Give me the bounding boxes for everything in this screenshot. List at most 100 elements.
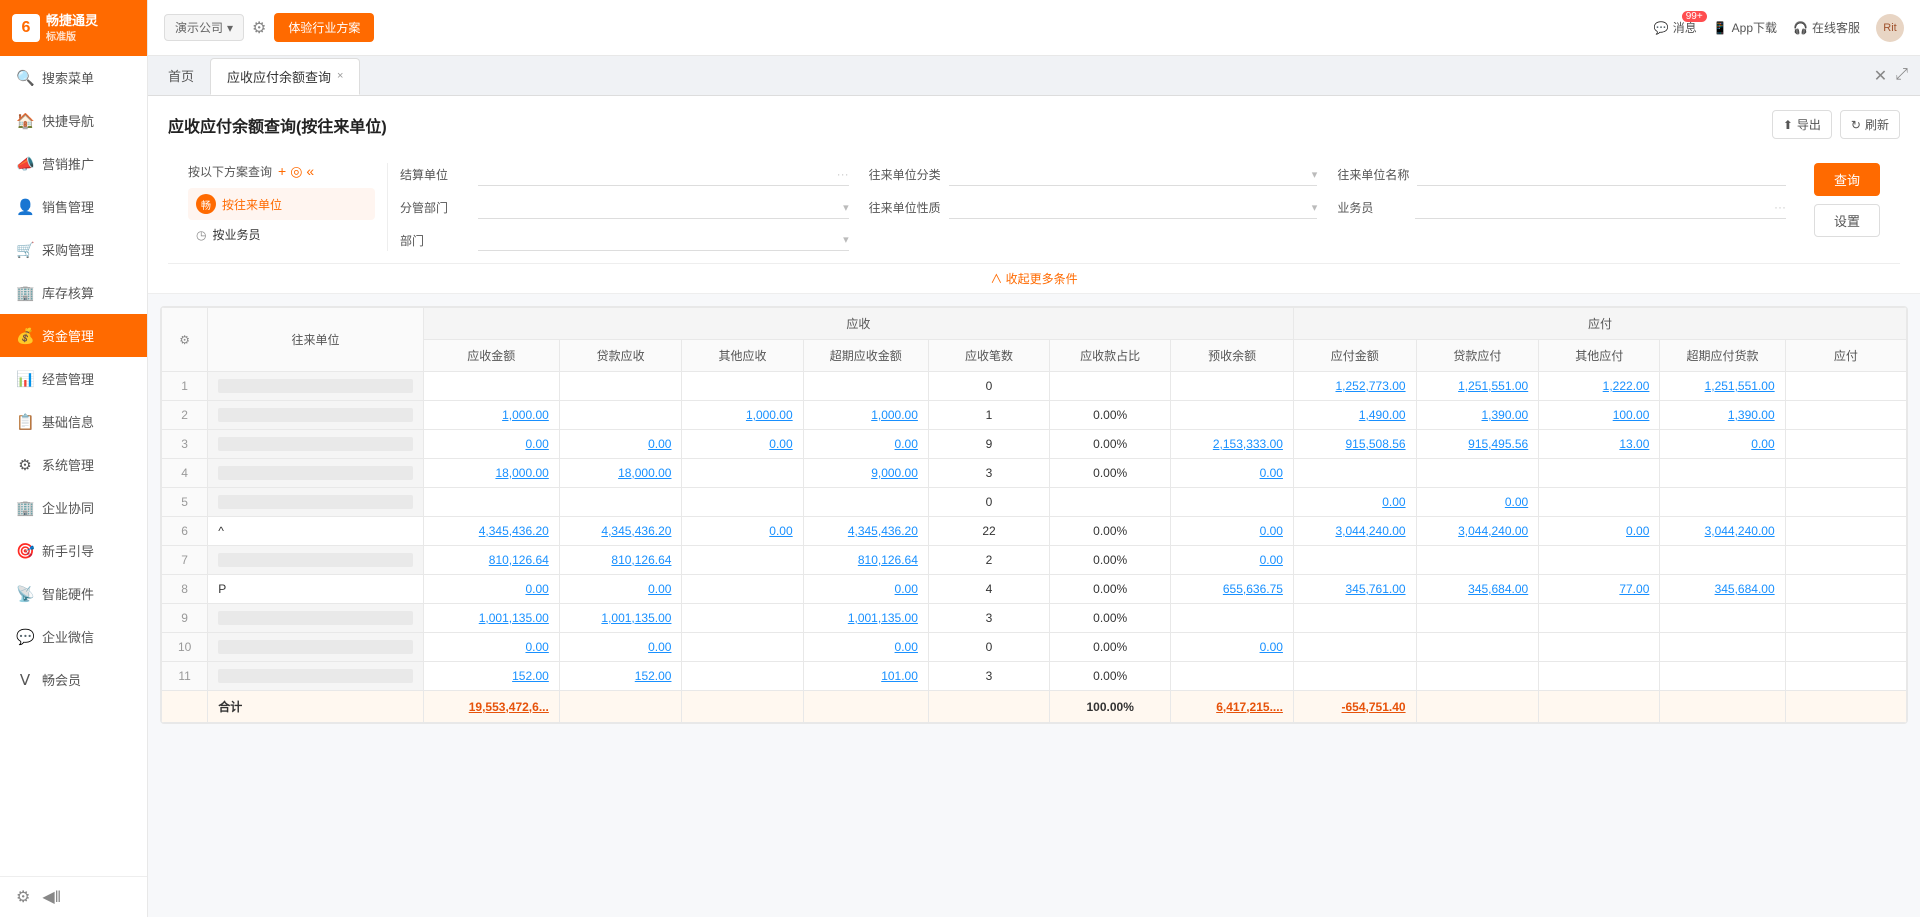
table-cell[interactable] (1660, 633, 1785, 662)
table-cell[interactable] (682, 459, 803, 488)
table-cell[interactable] (682, 633, 803, 662)
table-cell[interactable] (682, 575, 803, 604)
table-settings-icon[interactable]: ⚙ (179, 333, 190, 347)
table-cell[interactable] (1660, 604, 1785, 633)
sidebar-item-operations[interactable]: 📊 经营管理 (0, 357, 147, 400)
table-cell[interactable] (1293, 546, 1416, 575)
table-cell[interactable]: 915,508.56 (1293, 430, 1416, 459)
table-cell[interactable] (1539, 459, 1660, 488)
table-cell[interactable] (423, 372, 559, 401)
table-cell[interactable]: 1,252,773.00 (1293, 372, 1416, 401)
table-cell[interactable] (1539, 633, 1660, 662)
sidebar-item-search[interactable]: 🔍 搜索菜单 (0, 56, 147, 99)
table-cell[interactable]: 915,495.56 (1416, 430, 1539, 459)
table-cell[interactable] (1293, 459, 1416, 488)
table-cell[interactable]: 77.00 (1539, 575, 1660, 604)
table-cell[interactable]: 0.00 (1293, 488, 1416, 517)
table-cell[interactable]: 1,490.00 (1293, 401, 1416, 430)
sidebar-item-purchase[interactable]: 🛒 采购管理 (0, 228, 147, 271)
table-cell[interactable]: 1,001,135.00 (423, 604, 559, 633)
table-cell[interactable] (682, 662, 803, 691)
table-cell[interactable] (1660, 546, 1785, 575)
table-cell[interactable]: 1,001,135.00 (803, 604, 928, 633)
tab-receivable-query[interactable]: 应收应付余额查询 × (210, 58, 360, 95)
department-select[interactable]: ▾ (478, 229, 849, 251)
table-cell[interactable]: 0.00 (1171, 546, 1294, 575)
table-cell[interactable] (1539, 662, 1660, 691)
sidebar-collapse-icon[interactable]: ◀‖ (42, 887, 61, 907)
sidebar-item-newbie[interactable]: 🎯 新手引导 (0, 529, 147, 572)
company-selector[interactable]: 演示公司 ▾ (164, 14, 244, 41)
table-cell[interactable] (1660, 459, 1785, 488)
filter-collapse-icon[interactable]: « (306, 163, 314, 180)
sidebar-item-finance[interactable]: 💰 资金管理 (0, 314, 147, 357)
online-service-button[interactable]: 🎧 在线客服 (1793, 19, 1860, 36)
table-cell[interactable]: 655,636.75 (1171, 575, 1294, 604)
sidebar-item-smart-hw[interactable]: 📡 智能硬件 (0, 572, 147, 615)
table-cell[interactable] (1171, 488, 1294, 517)
table-cell[interactable] (559, 488, 682, 517)
window-close-icon[interactable]: ✕ (1874, 66, 1887, 86)
table-cell[interactable] (1171, 604, 1294, 633)
table-cell[interactable]: 4,345,436.20 (803, 517, 928, 546)
table-cell[interactable] (1539, 604, 1660, 633)
table-cell[interactable] (682, 488, 803, 517)
table-cell[interactable] (1171, 401, 1294, 430)
filter-edit-icon[interactable]: ◎ (290, 163, 302, 180)
collapse-filter-button[interactable]: ∧ 收起更多条件 (168, 263, 1900, 293)
filter-scheme-by-partner[interactable]: 畅 按往来单位 (188, 188, 375, 220)
table-cell[interactable]: 1,390.00 (1660, 401, 1785, 430)
table-cell[interactable] (682, 372, 803, 401)
sidebar-item-quick-nav[interactable]: 🏠 快捷导航 (0, 99, 147, 142)
table-cell[interactable]: 345,684.00 (1416, 575, 1539, 604)
table-cell[interactable] (1293, 662, 1416, 691)
table-cell[interactable]: 0.00 (559, 633, 682, 662)
table-cell[interactable]: 9,000.00 (803, 459, 928, 488)
window-expand-icon[interactable]: ⤢ (1895, 66, 1908, 86)
table-cell[interactable]: 0.00 (803, 430, 928, 459)
app-download-button[interactable]: 📱 App下载 (1713, 19, 1777, 36)
table-cell[interactable]: 1,000.00 (682, 401, 803, 430)
table-cell[interactable] (1660, 488, 1785, 517)
table-cell[interactable] (1539, 488, 1660, 517)
th-settings[interactable]: ⚙ (162, 308, 208, 372)
setting-button[interactable]: 设置 (1814, 204, 1880, 237)
salesperson-input[interactable]: ··· (1415, 196, 1786, 219)
sidebar-item-enterprise[interactable]: 🏢 企业协同 (0, 486, 147, 529)
table-cell[interactable] (682, 604, 803, 633)
table-cell[interactable]: 1,222.00 (1539, 372, 1660, 401)
table-cell[interactable]: 345,684.00 (1660, 575, 1785, 604)
table-cell[interactable]: 1,390.00 (1416, 401, 1539, 430)
sidebar-item-member[interactable]: Ⅴ 畅会员 (0, 658, 147, 701)
table-cell[interactable]: 1,251,551.00 (1416, 372, 1539, 401)
sidebar-settings-icon[interactable]: ⚙ (16, 887, 30, 907)
table-cell[interactable]: 3,044,240.00 (1660, 517, 1785, 546)
table-cell[interactable]: 1,000.00 (803, 401, 928, 430)
table-cell[interactable]: 0.00 (559, 575, 682, 604)
table-cell[interactable]: 0.00 (559, 430, 682, 459)
table-cell[interactable] (1416, 633, 1539, 662)
table-cell[interactable]: 18,000.00 (423, 459, 559, 488)
avatar[interactable]: Rit (1876, 14, 1904, 42)
table-cell[interactable] (1416, 546, 1539, 575)
table-cell[interactable]: 0.00 (423, 633, 559, 662)
table-cell[interactable] (682, 546, 803, 575)
header-settings-icon[interactable]: ⚙ (252, 18, 266, 38)
table-cell[interactable] (1416, 604, 1539, 633)
table-cell[interactable] (1293, 604, 1416, 633)
table-cell[interactable]: 101.00 (803, 662, 928, 691)
table-cell[interactable] (803, 372, 928, 401)
table-cell[interactable]: 2,153,333.00 (1171, 430, 1294, 459)
table-cell[interactable]: 13.00 (1539, 430, 1660, 459)
table-cell[interactable]: 0.00 (1539, 517, 1660, 546)
filter-add-icon[interactable]: + (278, 163, 286, 180)
table-cell[interactable]: 1,000.00 (423, 401, 559, 430)
table-cell[interactable]: 0.00 (1171, 633, 1294, 662)
table-cell[interactable] (1416, 459, 1539, 488)
tab-close-icon[interactable]: × (337, 70, 343, 82)
sidebar-item-marketing[interactable]: 📣 营销推广 (0, 142, 147, 185)
table-cell[interactable]: 152.00 (423, 662, 559, 691)
table-cell[interactable] (1293, 633, 1416, 662)
table-cell[interactable]: 3,044,240.00 (1293, 517, 1416, 546)
tab-home[interactable]: 首页 (152, 58, 210, 93)
